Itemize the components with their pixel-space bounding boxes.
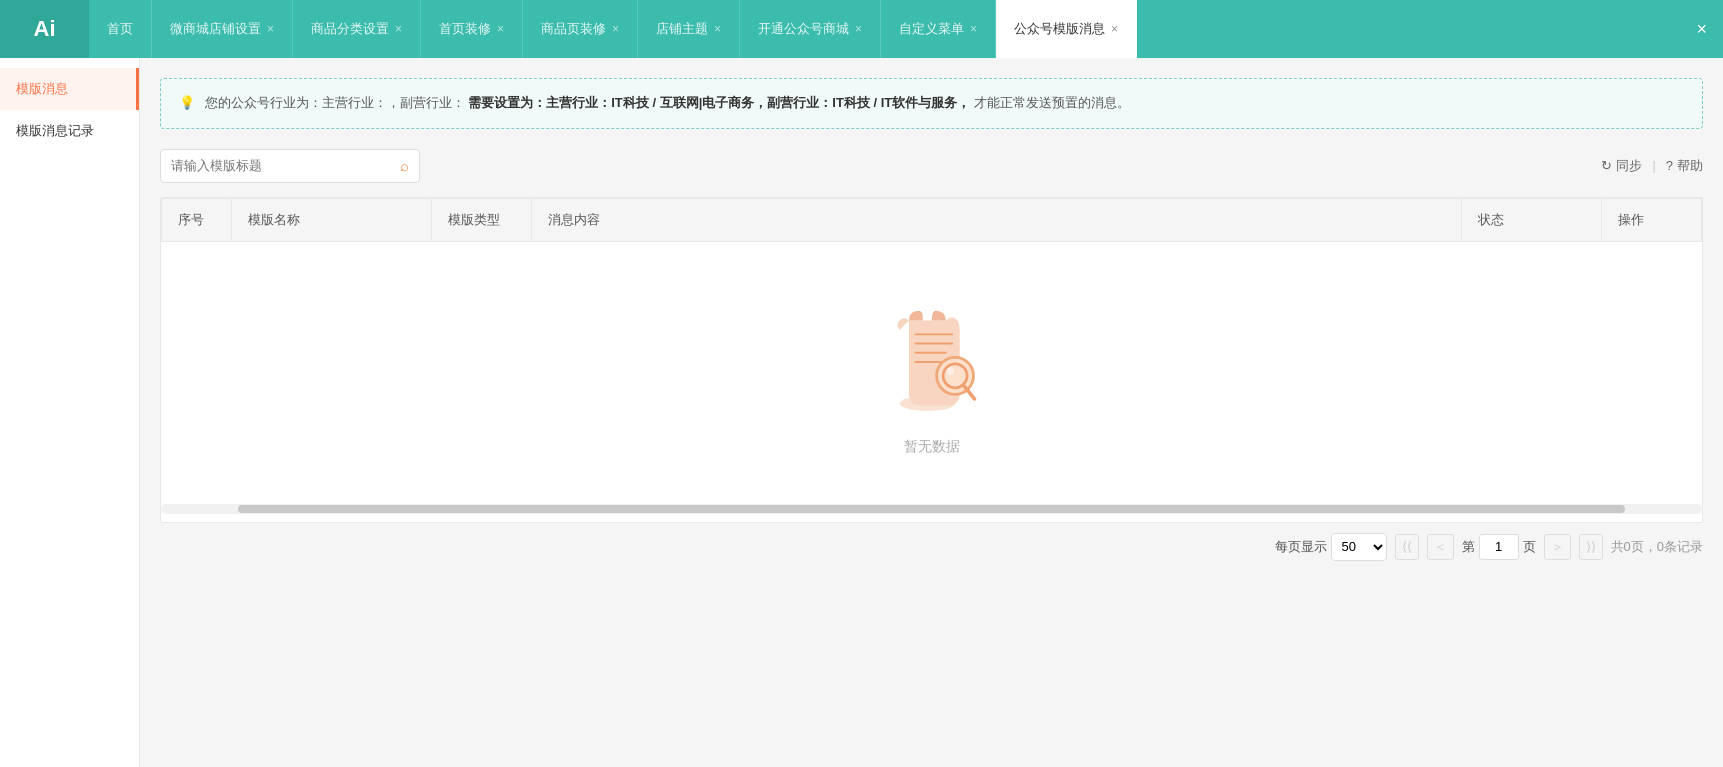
tab-custom-menu-close[interactable]: × (970, 22, 977, 36)
tab-custom-menu[interactable]: 自定义菜单 × (881, 0, 996, 58)
col-status: 状态 (1462, 198, 1602, 241)
tab-home-label: 首页 (107, 20, 133, 38)
svg-point-8 (946, 367, 953, 374)
tab-shop-theme-close[interactable]: × (714, 22, 721, 36)
tab-home[interactable]: 首页 (89, 0, 152, 58)
sync-label: 同步 (1616, 157, 1642, 175)
tab-template-msg-label: 公众号模版消息 (1014, 20, 1105, 38)
page-label-pre: 第 (1462, 538, 1475, 556)
tab-product-decor[interactable]: 商品页装修 × (523, 0, 638, 58)
tab-category-setting-label: 商品分类设置 (311, 20, 389, 38)
sidebar: 模版消息 模版消息记录 (0, 58, 140, 767)
tab-open-mall-close[interactable]: × (855, 22, 862, 36)
tab-open-mall[interactable]: 开通公众号商城 × (740, 0, 881, 58)
first-page-button[interactable]: ⟨⟨ (1395, 534, 1419, 560)
scrollbar-thumb[interactable] (238, 505, 1625, 513)
top-navigation: Ai 首页 微商城店铺设置 × 商品分类设置 × 首页装修 × 商品页装修 × … (0, 0, 1723, 58)
page-size-label: 每页显示 (1275, 538, 1327, 556)
search-bar: ⌕ ↻ 同步 | ? 帮助 (160, 149, 1703, 183)
col-index: 序号 (162, 198, 232, 241)
sidebar-item-template-msg-label: 模版消息 (16, 81, 68, 96)
content-area: 💡 您的公众号行业为：主营行业：，副营行业： 需要设置为：主营行业：IT科技 /… (140, 58, 1723, 767)
app-logo: Ai (0, 0, 89, 58)
table-wrapper: 序号 模版名称 模版类型 消息内容 状态 操作 (160, 197, 1703, 523)
empty-state: 暂无数据 (161, 242, 1702, 496)
tab-shop-theme-label: 店铺主题 (656, 20, 708, 38)
help-icon: ? (1666, 158, 1673, 173)
tab-category-setting[interactable]: 商品分类设置 × (293, 0, 421, 58)
bulb-icon: 💡 (179, 95, 195, 110)
sync-button[interactable]: ↻ 同步 (1601, 157, 1642, 175)
main-layout: 模版消息 模版消息记录 💡 您的公众号行业为：主营行业：，副营行业： 需要设置为… (0, 58, 1723, 767)
sidebar-item-template-msg-log[interactable]: 模版消息记录 (0, 110, 139, 152)
table-header-row: 序号 模版名称 模版类型 消息内容 状态 操作 (162, 198, 1702, 241)
page-number-input[interactable] (1479, 534, 1519, 560)
toolbar-separator: | (1652, 158, 1655, 173)
tab-custom-menu-label: 自定义菜单 (899, 20, 964, 38)
col-action: 操作 (1602, 198, 1702, 241)
search-input-wrapper: ⌕ (160, 149, 420, 183)
page-size-select: 每页显示 50 10 20 100 (1275, 533, 1387, 561)
info-banner-highlight: 需要设置为：主营行业：IT科技 / 互联网|电子商务，副营行业：IT科技 / I… (468, 95, 970, 110)
tab-product-decor-close[interactable]: × (612, 22, 619, 36)
toolbar-right: ↻ 同步 | ? 帮助 (1601, 157, 1703, 175)
tab-shop-setting[interactable]: 微商城店铺设置 × (152, 0, 293, 58)
tab-shop-theme[interactable]: 店铺主题 × (638, 0, 740, 58)
close-all-tabs-button[interactable]: × (1680, 0, 1723, 58)
next-page-button[interactable]: ＞ (1544, 534, 1571, 560)
sidebar-item-template-msg-log-label: 模版消息记录 (16, 123, 94, 138)
page-label-post: 页 (1523, 538, 1536, 556)
search-input[interactable] (171, 158, 400, 173)
tab-home-decor-close[interactable]: × (497, 22, 504, 36)
tab-shop-setting-label: 微商城店铺设置 (170, 20, 261, 38)
col-content: 消息内容 (532, 198, 1462, 241)
nav-tabs-container: 首页 微商城店铺设置 × 商品分类设置 × 首页装修 × 商品页装修 × 店铺主… (89, 0, 1680, 58)
data-table: 序号 模版名称 模版类型 消息内容 状态 操作 (161, 198, 1702, 242)
horizontal-scrollbar[interactable] (161, 504, 1702, 514)
page-size-dropdown[interactable]: 50 10 20 100 (1331, 533, 1387, 561)
empty-state-text: 暂无数据 (904, 438, 960, 456)
tab-category-setting-close[interactable]: × (395, 22, 402, 36)
info-banner-prefix: 您的公众号行业为：主营行业：，副营行业： (205, 95, 465, 110)
sidebar-item-template-msg[interactable]: 模版消息 (0, 68, 139, 110)
tab-home-decor[interactable]: 首页装修 × (421, 0, 523, 58)
prev-page-button[interactable]: ＜ (1427, 534, 1454, 560)
table-header: 序号 模版名称 模版类型 消息内容 状态 操作 (162, 198, 1702, 241)
pagination: 每页显示 50 10 20 100 ⟨⟨ ＜ 第 页 ＞ ⟩⟩ 共0页，0条记录 (160, 523, 1703, 565)
page-input-wrap: 第 页 (1462, 534, 1536, 560)
empty-illustration (872, 302, 992, 422)
tab-template-msg-close[interactable]: × (1111, 22, 1118, 36)
tab-template-msg[interactable]: 公众号模版消息 × (996, 0, 1137, 58)
search-button[interactable]: ⌕ (400, 157, 409, 174)
info-banner: 💡 您的公众号行业为：主营行业：，副营行业： 需要设置为：主营行业：IT科技 /… (160, 78, 1703, 129)
tab-product-decor-label: 商品页装修 (541, 20, 606, 38)
sync-icon: ↻ (1601, 158, 1612, 173)
tab-shop-setting-close[interactable]: × (267, 22, 274, 36)
tab-home-decor-label: 首页装修 (439, 20, 491, 38)
help-label: 帮助 (1677, 157, 1703, 175)
col-type: 模版类型 (432, 198, 532, 241)
col-name: 模版名称 (232, 198, 432, 241)
last-page-button[interactable]: ⟩⟩ (1579, 534, 1603, 560)
info-banner-suffix: 才能正常发送预置的消息。 (974, 95, 1130, 110)
help-button[interactable]: ? 帮助 (1666, 157, 1703, 175)
tab-open-mall-label: 开通公众号商城 (758, 20, 849, 38)
total-info: 共0页，0条记录 (1611, 538, 1703, 556)
